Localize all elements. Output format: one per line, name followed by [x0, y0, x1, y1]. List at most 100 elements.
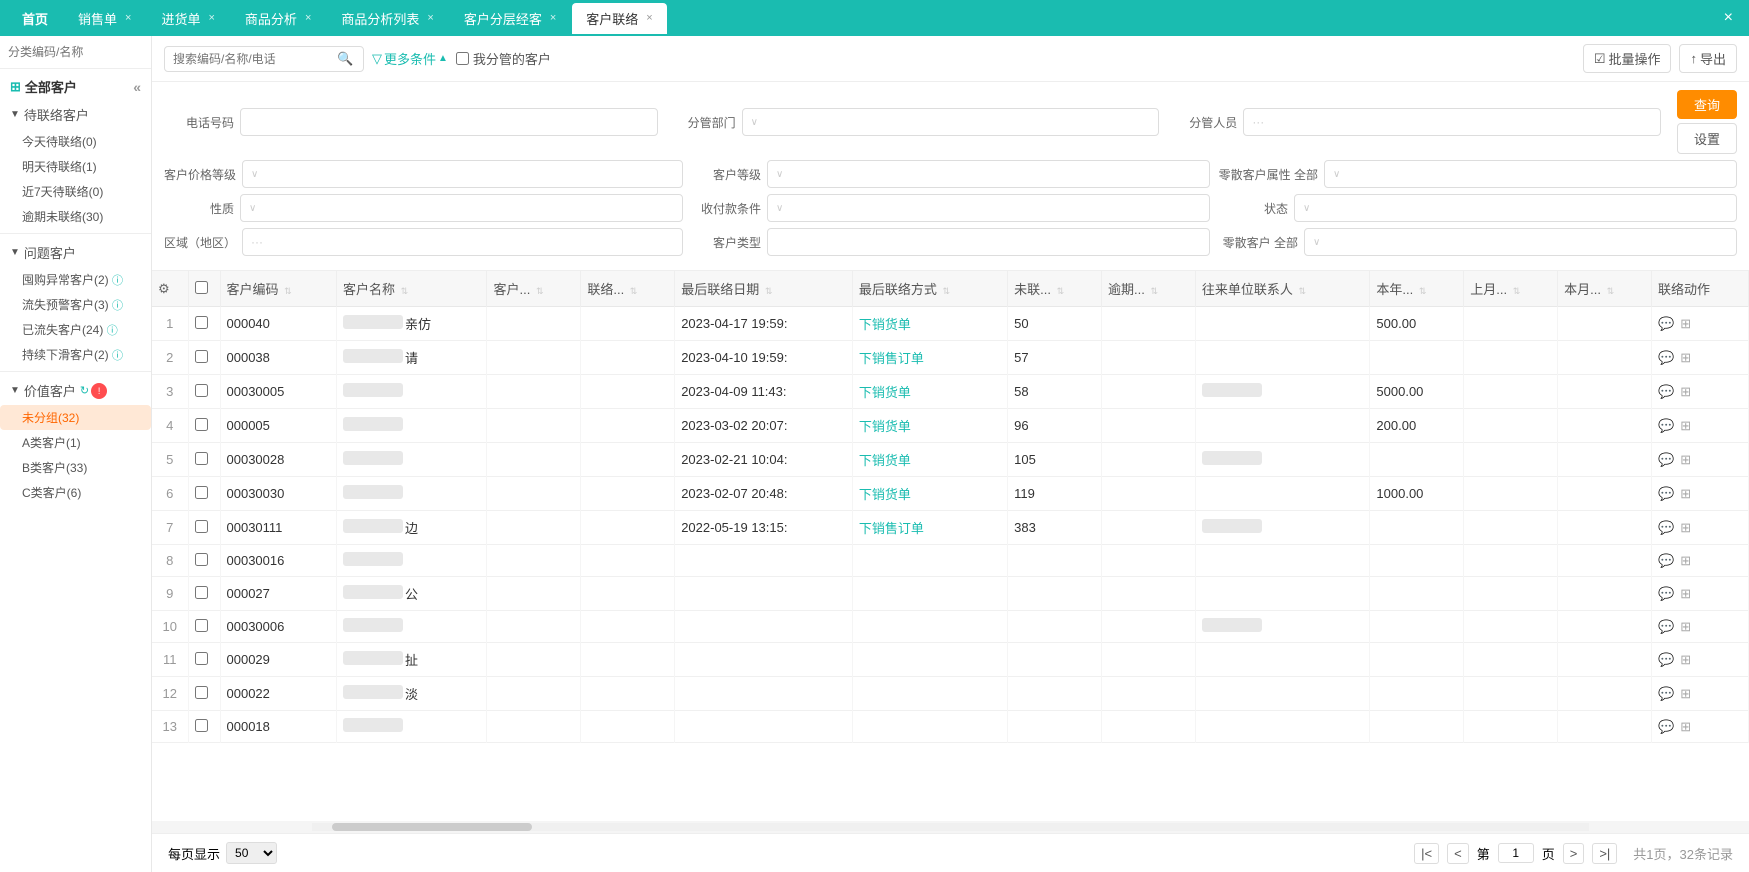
close-purchase-icon[interactable]: ×	[208, 12, 214, 24]
grid-action-icon[interactable]: ⊞	[1680, 418, 1691, 434]
message-icon[interactable]: 💬	[1658, 586, 1674, 602]
sidebar-item-churn-warning[interactable]: 流失预警客户(3) ⓘ	[0, 292, 151, 317]
grid-action-icon[interactable]: ⊞	[1680, 520, 1691, 536]
close-sales-icon[interactable]: ×	[125, 12, 131, 24]
row-checkbox[interactable]	[195, 553, 208, 566]
row-checkbox[interactable]	[195, 452, 208, 465]
more-conditions-btn[interactable]: ▽ 更多条件 ▲	[372, 49, 448, 68]
page-size-select[interactable]: 50 100 200	[226, 842, 277, 864]
all-customers-header[interactable]: ⊞ 全部客户 «	[0, 69, 151, 100]
tab-product-list[interactable]: 商品分析列表 ×	[327, 3, 447, 34]
sidebar-item-typeC[interactable]: C类客户(6)	[0, 480, 151, 505]
filter-input-payment[interactable]: ∨	[767, 194, 1210, 222]
contact-method-link[interactable]: 下销货单	[859, 385, 911, 400]
tab-home[interactable]: 首页	[8, 3, 62, 34]
tab-product-analysis[interactable]: 商品分析 ×	[231, 3, 325, 34]
filter-input-phone[interactable]	[240, 108, 658, 136]
horizontal-scrollbar[interactable]	[312, 823, 1589, 831]
filter-input-region[interactable]: ···	[242, 228, 683, 256]
row-checkbox[interactable]	[195, 586, 208, 599]
filter-input-person[interactable]: ···	[1243, 108, 1661, 136]
contact-method-link[interactable]: 下销货单	[859, 317, 911, 332]
grid-action-icon[interactable]: ⊞	[1680, 553, 1691, 569]
filter-input-nature[interactable]: ∨	[240, 194, 683, 222]
filter-input-scatter-attr[interactable]: ∨	[1324, 160, 1737, 188]
grid-action-icon[interactable]: ⊞	[1680, 350, 1691, 366]
close-customer-contact-icon[interactable]: ×	[646, 12, 652, 24]
window-close-button[interactable]: ×	[1716, 5, 1741, 31]
my-customers-check[interactable]	[456, 52, 469, 65]
my-customers-checkbox[interactable]: 我分管的客户	[456, 49, 551, 68]
sidebar-item-tomorrow[interactable]: 明天待联络(1)	[0, 154, 151, 179]
sidebar-item-ungrouped[interactable]: 未分组(32)	[0, 405, 151, 430]
contact-method-link[interactable]: 下销货单	[859, 419, 911, 434]
filter-input-customer-level[interactable]: ∨	[767, 160, 1210, 188]
message-icon[interactable]: 💬	[1658, 719, 1674, 735]
tab-customer-segment[interactable]: 客户分层经客 ×	[450, 3, 570, 34]
message-icon[interactable]: 💬	[1658, 418, 1674, 434]
contact-method-link[interactable]: 下销售订单	[859, 351, 924, 366]
grid-action-icon[interactable]: ⊞	[1680, 486, 1691, 502]
row-checkbox[interactable]	[195, 719, 208, 732]
message-icon[interactable]: 💬	[1658, 350, 1674, 366]
first-page-button[interactable]: |<	[1414, 843, 1439, 864]
sidebar-item-typeB[interactable]: B类客户(33)	[0, 455, 151, 480]
grid-action-icon[interactable]: ⊞	[1680, 719, 1691, 735]
row-checkbox[interactable]	[195, 652, 208, 665]
close-customer-segment-icon[interactable]: ×	[550, 12, 556, 24]
query-button[interactable]: 查询	[1677, 90, 1737, 119]
sidebar-item-abnormal[interactable]: 囤购异常客户(2) ⓘ	[0, 267, 151, 292]
sidebar-item-overdue[interactable]: 逾期未联络(30)	[0, 204, 151, 229]
search-icon[interactable]: 🔍	[337, 51, 353, 67]
message-icon[interactable]: 💬	[1658, 686, 1674, 702]
grid-action-icon[interactable]: ⊞	[1680, 316, 1691, 332]
message-icon[interactable]: 💬	[1658, 316, 1674, 332]
next-page-button[interactable]: >	[1563, 843, 1585, 864]
sidebar-item-declining[interactable]: 持续下滑客户(2) ⓘ	[0, 342, 151, 367]
last-page-button[interactable]: >|	[1592, 843, 1617, 864]
contact-method-link[interactable]: 下销售订单	[859, 521, 924, 536]
row-checkbox[interactable]	[195, 350, 208, 363]
batch-ops-button[interactable]: ☑ 批量操作	[1583, 44, 1672, 73]
row-checkbox[interactable]	[195, 619, 208, 632]
page-number-input[interactable]	[1498, 843, 1534, 863]
filter-input-scatter[interactable]: ∨	[1304, 228, 1737, 256]
tab-purchase[interactable]: 进货单 ×	[147, 3, 228, 34]
filter-input-dept[interactable]: ∨	[742, 108, 1160, 136]
th-settings[interactable]: ⚙	[152, 271, 188, 307]
row-checkbox[interactable]	[195, 686, 208, 699]
sidebar-group-problem[interactable]: ▼ 问题客户	[0, 238, 151, 267]
filter-input-customer-type[interactable]	[767, 228, 1210, 256]
grid-action-icon[interactable]: ⊞	[1680, 452, 1691, 468]
message-icon[interactable]: 💬	[1658, 452, 1674, 468]
sidebar-search-input[interactable]	[8, 45, 152, 59]
row-checkbox[interactable]	[195, 486, 208, 499]
filter-input-status[interactable]: ∨	[1294, 194, 1737, 222]
select-all-checkbox[interactable]	[195, 281, 208, 294]
sidebar-item-lost[interactable]: 已流失客户(24) ⓘ	[0, 317, 151, 342]
contact-method-link[interactable]: 下销货单	[859, 453, 911, 468]
grid-action-icon[interactable]: ⊞	[1680, 586, 1691, 602]
message-icon[interactable]: 💬	[1658, 619, 1674, 635]
message-icon[interactable]: 💬	[1658, 553, 1674, 569]
message-icon[interactable]: 💬	[1658, 384, 1674, 400]
sidebar-group-pending[interactable]: ▼ 待联络客户	[0, 100, 151, 129]
settings-icon[interactable]: ⚙	[158, 281, 170, 296]
tab-customer-contact[interactable]: 客户联络 ×	[572, 3, 666, 34]
grid-action-icon[interactable]: ⊞	[1680, 619, 1691, 635]
search-input[interactable]	[173, 52, 333, 66]
row-checkbox[interactable]	[195, 316, 208, 329]
sidebar-item-7days[interactable]: 近7天待联络(0)	[0, 179, 151, 204]
row-checkbox[interactable]	[195, 384, 208, 397]
filter-input-price-level[interactable]: ∨	[242, 160, 683, 188]
sidebar-group-value[interactable]: ▼ 价值客户 ↻ !	[0, 376, 151, 405]
grid-action-icon[interactable]: ⊞	[1680, 652, 1691, 668]
close-product-analysis-icon[interactable]: ×	[305, 12, 311, 24]
sidebar-item-typeA[interactable]: A类客户(1)	[0, 430, 151, 455]
scrollbar-thumb[interactable]	[332, 823, 532, 831]
row-checkbox[interactable]	[195, 520, 208, 533]
contact-method-link[interactable]: 下销货单	[859, 487, 911, 502]
message-icon[interactable]: 💬	[1658, 486, 1674, 502]
message-icon[interactable]: 💬	[1658, 520, 1674, 536]
export-button[interactable]: ↑ 导出	[1679, 44, 1737, 73]
